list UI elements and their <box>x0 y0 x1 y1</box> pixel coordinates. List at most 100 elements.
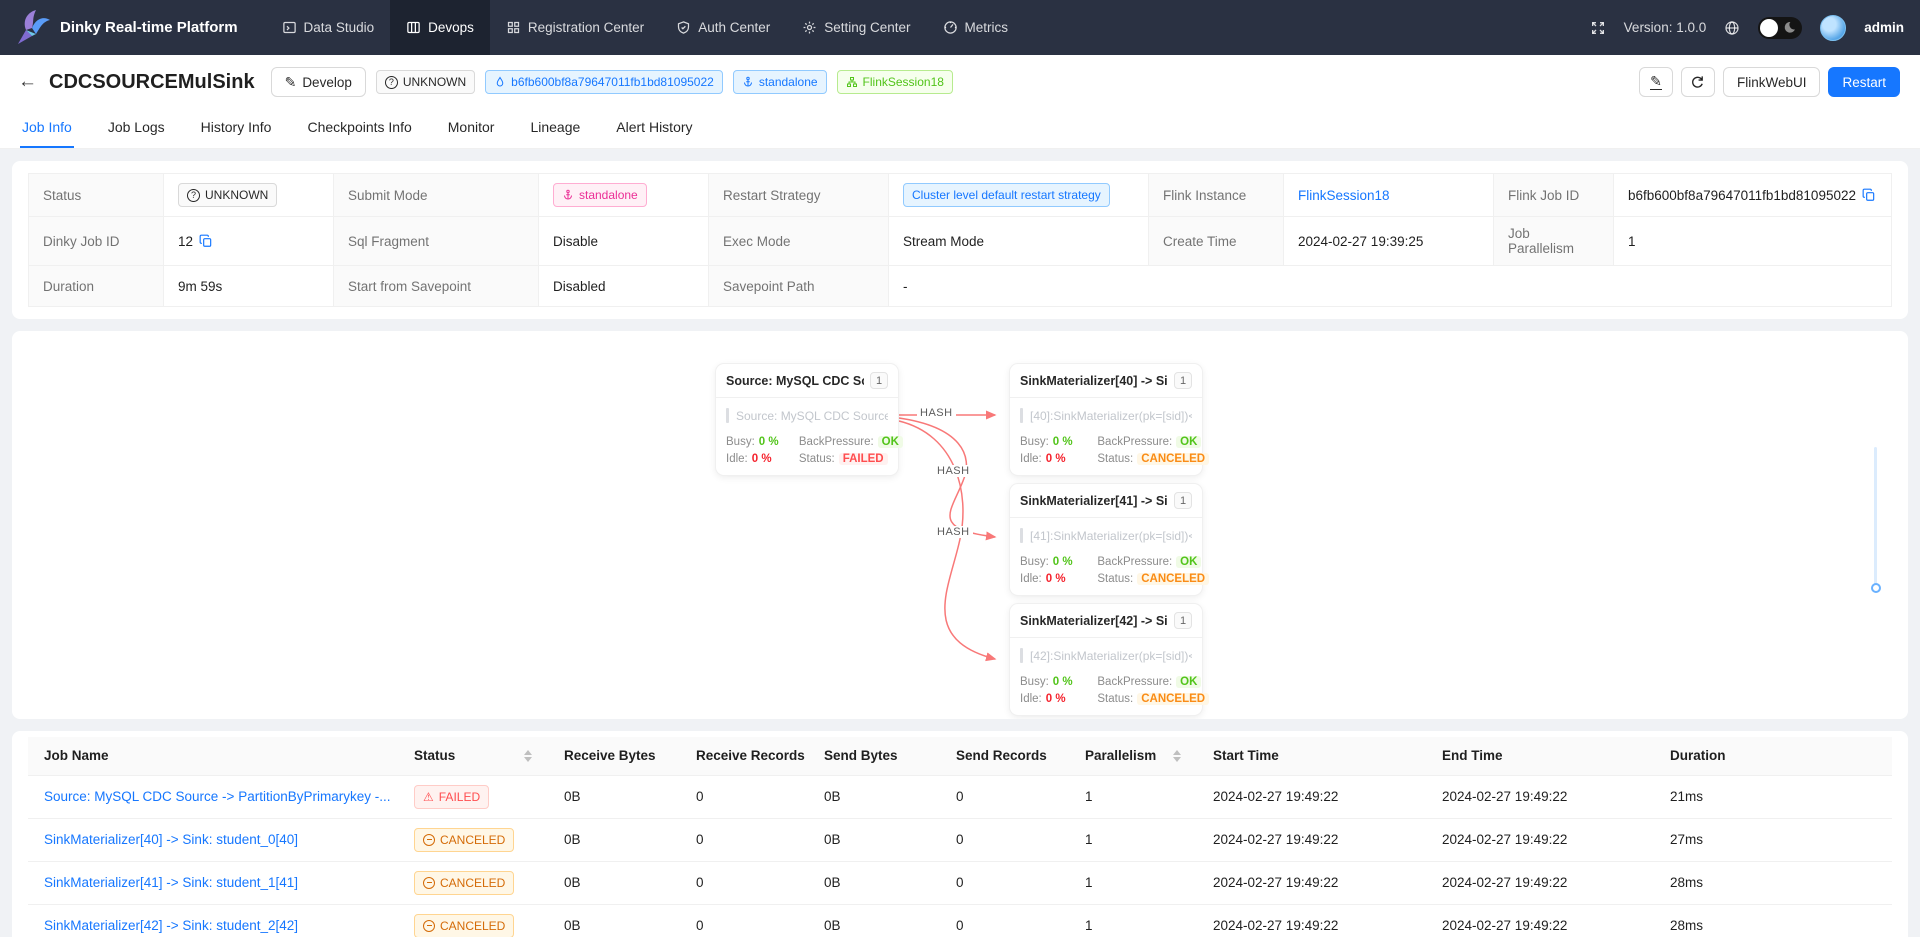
edit-pencil-icon: ✎ <box>1650 73 1662 90</box>
copy-icon[interactable] <box>1862 188 1876 202</box>
develop-button[interactable]: ✎ Develop <box>270 67 366 97</box>
username-label[interactable]: admin <box>1864 20 1904 35</box>
auth-center-icon <box>678 21 690 34</box>
droplet-icon <box>496 76 504 87</box>
edit-button[interactable]: ✎ <box>1638 67 1673 97</box>
nav-item-metrics[interactable]: Metrics <box>927 0 1025 55</box>
col-receive-records: Receive Records <box>680 737 808 776</box>
savepoint-path-value: - <box>888 265 1892 307</box>
col-status: Status <box>398 737 548 776</box>
flink-jobid-tag[interactable]: b6fb600bf8a79647011fb1bd81095022 <box>485 70 723 94</box>
top-navbar: Dinky Real-time Platform Data Studio Dev… <box>0 0 1920 55</box>
tab-monitor[interactable]: Monitor <box>446 107 497 148</box>
tab-job-logs[interactable]: Job Logs <box>106 107 167 148</box>
status-badge-canceled: CANCELED <box>414 870 515 895</box>
moon-icon <box>1784 21 1796 33</box>
job-name-link[interactable]: SinkMaterializer[40] -> Sink: student_0[… <box>44 832 298 847</box>
col-send-records: Send Records <box>940 737 1069 776</box>
col-start-time: Start Time <box>1197 737 1426 776</box>
job-name-link[interactable]: SinkMaterializer[41] -> Sink: student_1[… <box>44 875 298 890</box>
minus-circle-icon <box>423 833 435 846</box>
job-header: ← CDCSOURCEMulSink ✎ Develop ? UNKNOWN b… <box>0 55 1920 107</box>
page-title: CDCSOURCEMulSink <box>49 70 255 93</box>
desc-label: Job Parallelism <box>1493 216 1614 266</box>
edge-label-hash: HASH <box>934 526 973 538</box>
nav-item-auth-center[interactable]: Auth Center <box>660 0 786 55</box>
start-from-savepoint-value: Disabled <box>538 265 709 307</box>
dag-node-sink-42[interactable]: SinkMaterializer[42] -> Sink: ... 1 [42]… <box>1010 604 1210 715</box>
duration-value: 27ms <box>1654 818 1892 862</box>
sort-icon[interactable] <box>524 749 532 762</box>
tab-history-info[interactable]: History Info <box>199 107 274 148</box>
receive-bytes-value: 0B <box>548 818 680 862</box>
end-time-value: 2024-02-27 19:49:22 <box>1426 775 1654 819</box>
idle-value: 0 % <box>1045 693 1066 705</box>
receive-bytes-value: 0B <box>548 904 680 937</box>
dag-node-sink-41[interactable]: SinkMaterializer[41] -> Sink: s... 1 [41… <box>1010 484 1210 595</box>
copy-icon[interactable] <box>199 234 213 248</box>
alert-icon: ⚠ <box>423 789 434 804</box>
col-duration: Duration <box>1654 737 1892 776</box>
node-status-badge: CANCELED <box>1137 693 1210 705</box>
receive-records-value: 0 <box>680 818 808 862</box>
dag-node-source[interactable]: Source: MySQL CDC Source -... 1 Source: … <box>716 364 903 475</box>
anchor-icon <box>743 76 752 87</box>
nav-item-data-studio[interactable]: Data Studio <box>266 0 391 55</box>
dag-node-sink-40[interactable]: SinkMaterializer[40] -> Sink: ... 1 [40]… <box>1010 364 1210 475</box>
job-name-link[interactable]: Source: MySQL CDC Source -> PartitionByP… <box>44 789 390 804</box>
dag-scrollbar-handle[interactable] <box>1871 583 1881 593</box>
desc-label: Create Time <box>1148 216 1284 266</box>
nav-item-registration-center[interactable]: Registration Center <box>490 0 660 55</box>
tab-alert-history[interactable]: Alert History <box>614 107 694 148</box>
fullscreen-icon[interactable] <box>1590 20 1606 36</box>
status-value-tag: ? UNKNOWN <box>178 183 278 207</box>
tab-lineage[interactable]: Lineage <box>528 107 582 148</box>
desc-label: Savepoint Path <box>708 265 889 307</box>
nav-item-devops[interactable]: Devops <box>390 0 490 55</box>
table-row: SinkMaterializer[42] -> Sink: student_2[… <box>28 904 1892 937</box>
user-avatar[interactable] <box>1820 14 1847 41</box>
flink-webui-button[interactable]: FlinkWebUI <box>1722 67 1821 97</box>
node-title: SinkMaterializer[41] -> Sink: s... <box>1020 493 1168 508</box>
busy-value: 0 % <box>758 436 779 448</box>
minus-circle-icon <box>423 876 435 889</box>
node-operator-text: Source: MySQL CDC Source<br/>+ <box>736 408 888 423</box>
table-row: Source: MySQL CDC Source -> PartitionByP… <box>28 775 1892 819</box>
col-parallelism: Parallelism <box>1069 737 1197 776</box>
job-parallelism-value: 1 <box>1613 216 1892 266</box>
receive-bytes-value: 0B <box>548 861 680 905</box>
refresh-button[interactable] <box>1680 67 1715 97</box>
status-badge-failed: ⚠ FAILED <box>414 784 490 809</box>
submit-mode-tag: standalone <box>732 70 827 94</box>
back-button[interactable]: ← <box>18 71 37 93</box>
backpressure-badge: OK <box>1176 436 1202 448</box>
flink-instance-link[interactable]: FlinkSession18 <box>1298 188 1390 203</box>
job-dag-card: HASH HASH HASH Source: MySQL CDC Source … <box>12 331 1908 719</box>
version-label: Version: 1.0.0 <box>1623 20 1707 35</box>
desc-label: Exec Mode <box>708 216 889 266</box>
desc-label: Flink Instance <box>1148 173 1284 217</box>
job-name-link[interactable]: SinkMaterializer[42] -> Sink: student_2[… <box>44 918 298 933</box>
busy-value: 0 % <box>1052 676 1073 688</box>
node-title: SinkMaterializer[40] -> Sink: ... <box>1020 373 1168 388</box>
language-globe-icon[interactable] <box>1724 20 1740 36</box>
col-job-name: Job Name <box>28 737 398 776</box>
tab-job-info[interactable]: Job Info <box>20 107 74 148</box>
status-badge-canceled: CANCELED <box>414 827 515 852</box>
end-time-value: 2024-02-27 19:49:22 <box>1426 904 1654 937</box>
theme-toggle[interactable] <box>1758 16 1803 39</box>
col-send-bytes: Send Bytes <box>808 737 940 776</box>
restart-button[interactable]: Restart <box>1828 67 1900 97</box>
desc-label: Dinky Job ID <box>28 216 164 266</box>
node-operator-text: [41]:SinkMaterializer(pk=[sid])<br/ <box>1030 528 1192 543</box>
send-records-value: 0 <box>940 775 1069 819</box>
nav-item-setting-center[interactable]: Setting Center <box>786 0 926 55</box>
dinky-job-id-value: 12 <box>178 233 194 249</box>
duration-value: 28ms <box>1654 861 1892 905</box>
job-info-descriptions: Status ? UNKNOWN Submit Mode standalone R… <box>28 173 1892 307</box>
tab-checkpoints-info[interactable]: Checkpoints Info <box>305 107 413 148</box>
end-time-value: 2024-02-27 19:49:22 <box>1426 818 1654 862</box>
sort-icon[interactable] <box>1173 749 1181 762</box>
flink-session-tag[interactable]: FlinkSession18 <box>836 70 953 94</box>
question-circle-icon: ? <box>384 75 398 89</box>
